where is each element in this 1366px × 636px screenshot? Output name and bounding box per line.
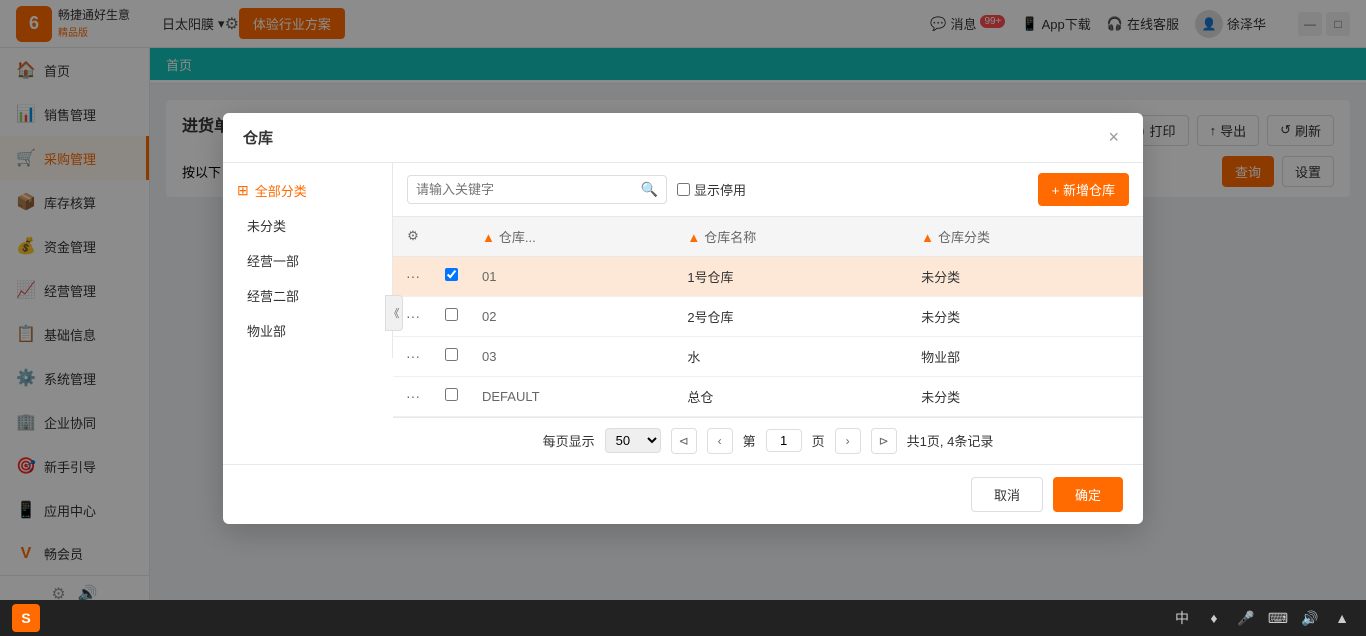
page-suffix: 页 [812,431,825,450]
show-disabled-text: 显示停用 [694,180,746,199]
per-page-select[interactable]: 50 100 [605,428,661,453]
sort-icon-code: ▲ [482,230,495,245]
row-name: 1号仓库 [675,256,909,296]
row-more-icon[interactable]: ··· [406,388,420,404]
row-checkbox[interactable] [445,308,458,321]
modal-title: 仓库 [243,127,273,148]
first-page-button[interactable]: ⊲ [671,428,697,454]
row-num: 01 [470,256,675,296]
per-page-label: 每页显示 [543,431,595,450]
taskbar: S 中 ♦ 🎤 ⌨ 🔊 ▲ [0,600,1366,636]
row-name: 2号仓库 [675,296,909,336]
table-row[interactable]: ··· DEFAULT 总仓 未分类 [393,376,1143,416]
category-item-ops1[interactable]: 经营一部 [223,243,392,278]
row-more-icon[interactable]: ··· [406,308,420,324]
taskbar-dot-icon[interactable]: ♦ [1202,606,1226,630]
table-row[interactable]: ··· 03 水 物业部 [393,336,1143,376]
modal-overlay: 仓库 × ⊞ 全部分类 未分类 经营一部 经营二部 物业部 《 [0,0,1366,636]
add-warehouse-button[interactable]: + 新增仓库 [1038,173,1129,206]
row-category: 物业部 [909,336,1143,376]
taskbar-arrow-icon[interactable]: ▲ [1330,606,1354,630]
row-category: 未分类 [909,296,1143,336]
right-toolbar: 🔍 显示停用 + 新增仓库 [393,163,1143,217]
col-checkbox [433,217,470,257]
col-name: ▲仓库名称 [675,217,909,257]
category-panel-wrapper: ⊞ 全部分类 未分类 经营一部 经营二部 物业部 《 [223,163,393,464]
taskbar-volume-icon[interactable]: 🔊 [1298,606,1322,630]
row-name: 水 [675,336,909,376]
all-categories-button[interactable]: ⊞ 全部分类 [223,173,392,208]
modal-footer: 取消 确定 [223,464,1143,524]
row-category: 未分类 [909,256,1143,296]
modal-close-button[interactable]: × [1104,127,1123,148]
row-actions-cell: ··· [393,376,433,416]
cancel-button[interactable]: 取消 [971,477,1043,512]
search-box: 🔍 [407,175,667,204]
search-icon: 🔍 [641,181,658,198]
warehouse-table: ⚙ ▲仓库... ▲仓库名称 ▲仓库分类 ··· 01 [393,217,1143,417]
taskbar-mic-icon[interactable]: 🎤 [1234,606,1258,630]
grid-icon: ⊞ [237,182,249,199]
category-item-ops2[interactable]: 经营二部 [223,278,392,313]
row-name: 总仓 [675,376,909,416]
confirm-button[interactable]: 确定 [1053,477,1123,512]
taskbar-icons: 中 ♦ 🎤 ⌨ 🔊 ▲ [1170,606,1354,630]
col-code: ▲仓库... [470,217,675,257]
table-row[interactable]: ··· 02 2号仓库 未分类 [393,296,1143,336]
last-page-button[interactable]: ⊳ [871,428,897,454]
category-item-property[interactable]: 物业部 [223,313,392,348]
row-checkbox[interactable] [445,348,458,361]
col-settings: ⚙ [393,217,433,257]
sort-icon-category: ▲ [921,230,934,245]
page-number-input[interactable] [766,429,802,452]
collapse-panel-button[interactable]: 《 [385,295,403,331]
show-disabled-label[interactable]: 显示停用 [677,180,746,199]
taskbar-logo: S [12,604,40,632]
modal-body: ⊞ 全部分类 未分类 经营一部 经营二部 物业部 《 🔍 [223,163,1143,464]
total-info: 共1页, 4条记录 [907,431,994,450]
col-category: ▲仓库分类 [909,217,1143,257]
taskbar-keyboard-icon[interactable]: ⌨ [1266,606,1290,630]
table-row[interactable]: ··· 01 1号仓库 未分类 [393,256,1143,296]
row-num: 03 [470,336,675,376]
row-checkbox-cell [433,376,470,416]
category-panel: ⊞ 全部分类 未分类 经营一部 经营二部 物业部 [223,163,393,358]
row-checkbox[interactable] [445,388,458,401]
modal-header: 仓库 × [223,113,1143,163]
row-checkbox-cell [433,256,470,296]
next-page-button[interactable]: › [835,428,861,454]
show-disabled-checkbox[interactable] [677,183,690,196]
all-categories-label: 全部分类 [255,181,307,200]
search-input[interactable] [416,182,635,197]
row-checkbox-cell [433,336,470,376]
category-item-unclassified[interactable]: 未分类 [223,208,392,243]
row-checkbox-cell [433,296,470,336]
row-category: 未分类 [909,376,1143,416]
row-checkbox[interactable] [445,268,458,281]
row-num: DEFAULT [470,376,675,416]
sort-icon-name: ▲ [687,230,700,245]
prev-page-button[interactable]: ‹ [707,428,733,454]
row-more-icon[interactable]: ··· [406,268,420,284]
taskbar-cn-icon[interactable]: 中 [1170,606,1194,630]
right-panel: 🔍 显示停用 + 新增仓库 ⚙ [393,163,1143,464]
row-actions-cell: ··· [393,256,433,296]
row-num: 02 [470,296,675,336]
warehouse-modal: 仓库 × ⊞ 全部分类 未分类 经营一部 经营二部 物业部 《 [223,113,1143,524]
page-label: 第 [743,431,756,450]
modal-pagination: 每页显示 50 100 ⊲ ‹ 第 页 › ⊳ 共1页, 4条记录 [393,417,1143,464]
row-more-icon[interactable]: ··· [406,348,420,364]
row-actions-cell: ··· [393,336,433,376]
